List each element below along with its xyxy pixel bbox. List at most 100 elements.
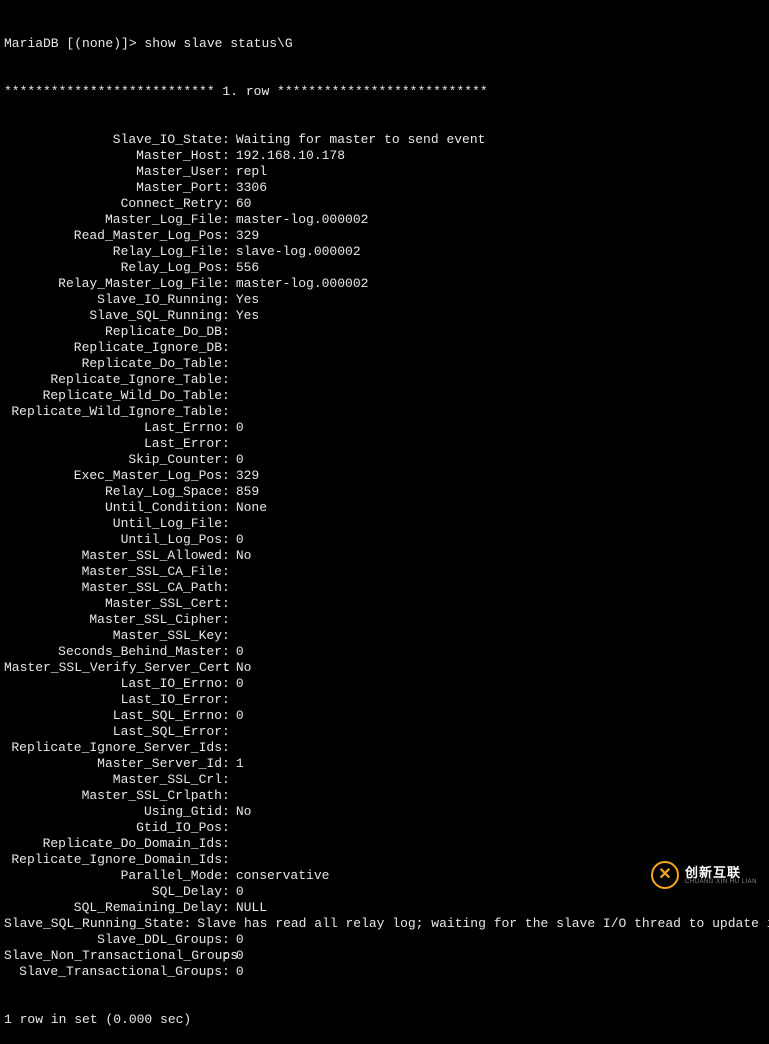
status-value: master-log.000002 xyxy=(230,212,369,228)
status-value: 329 xyxy=(230,468,259,484)
colon-separator: : xyxy=(222,628,230,644)
colon-separator: : xyxy=(222,324,230,340)
colon-separator: : xyxy=(222,212,230,228)
status-row: Skip_Counter:0 xyxy=(4,452,765,468)
status-label: Using_Gtid xyxy=(4,804,222,820)
status-label: Master_SSL_Verify_Server_Cert xyxy=(4,660,222,676)
colon-separator: : xyxy=(222,804,230,820)
status-label: Replicate_Ignore_Server_Ids xyxy=(4,740,222,756)
colon-separator: : xyxy=(222,644,230,660)
status-label: Until_Log_Pos xyxy=(4,532,222,548)
colon-separator: : xyxy=(222,756,230,772)
colon-separator: : xyxy=(222,852,230,868)
colon-separator: : xyxy=(222,692,230,708)
status-value: No xyxy=(230,660,252,676)
status-value xyxy=(230,612,236,628)
colon-separator: : xyxy=(222,532,230,548)
colon-separator: : xyxy=(222,564,230,580)
status-row: Slave_DDL_Groups:0 xyxy=(4,932,765,948)
status-label: Master_SSL_Key xyxy=(4,628,222,644)
colon-separator: : xyxy=(222,772,230,788)
status-row: SQL_Remaining_Delay:NULL xyxy=(4,900,765,916)
status-label: Relay_Log_Pos xyxy=(4,260,222,276)
colon-separator: : xyxy=(222,276,230,292)
colon-separator: : xyxy=(222,404,230,420)
status-row: Last_Errno:0 xyxy=(4,420,765,436)
colon-separator: : xyxy=(222,340,230,356)
status-value: Slave has read all relay log; waiting fo… xyxy=(191,916,769,932)
status-label: Exec_Master_Log_Pos xyxy=(4,468,222,484)
status-row: Master_SSL_CA_Path: xyxy=(4,580,765,596)
colon-separator: : xyxy=(222,868,230,884)
status-value xyxy=(230,596,236,612)
colon-separator: : xyxy=(222,900,230,916)
status-label: Replicate_Wild_Do_Table xyxy=(4,388,222,404)
status-value: NULL xyxy=(230,900,267,916)
status-value xyxy=(230,372,236,388)
status-value: 0 xyxy=(230,644,244,660)
status-value: Yes xyxy=(230,292,259,308)
status-row: Until_Condition:None xyxy=(4,500,765,516)
status-row: Replicate_Wild_Do_Table: xyxy=(4,388,765,404)
status-row: Last_SQL_Error: xyxy=(4,724,765,740)
status-row: Slave_SQL_Running_State:Slave has read a… xyxy=(4,916,765,932)
status-row: Master_SSL_Crl: xyxy=(4,772,765,788)
status-row: Relay_Log_Pos:556 xyxy=(4,260,765,276)
colon-separator: : xyxy=(222,548,230,564)
status-label: Gtid_IO_Pos xyxy=(4,820,222,836)
watermark-icon: ✕ xyxy=(651,861,679,889)
status-value xyxy=(230,740,236,756)
colon-separator: : xyxy=(222,420,230,436)
status-row: Replicate_Ignore_Server_Ids: xyxy=(4,740,765,756)
colon-separator: : xyxy=(222,580,230,596)
colon-separator: : xyxy=(222,884,230,900)
status-label: Slave_IO_State xyxy=(4,132,222,148)
status-value: 0 xyxy=(230,676,244,692)
status-value xyxy=(230,820,236,836)
status-label: Master_SSL_Crlpath xyxy=(4,788,222,804)
status-row: Master_SSL_CA_File: xyxy=(4,564,765,580)
status-row: Master_SSL_Cipher: xyxy=(4,612,765,628)
status-value: 0 xyxy=(230,532,244,548)
status-value: None xyxy=(230,500,267,516)
status-value xyxy=(230,852,236,868)
status-label: Replicate_Ignore_DB xyxy=(4,340,222,356)
status-row: Slave_SQL_Running:Yes xyxy=(4,308,765,324)
colon-separator: : xyxy=(222,948,230,964)
status-value: 0 xyxy=(230,964,244,980)
status-value xyxy=(230,404,236,420)
colon-separator: : xyxy=(222,484,230,500)
status-value xyxy=(230,356,236,372)
status-row: Replicate_Ignore_Table: xyxy=(4,372,765,388)
colon-separator: : xyxy=(183,916,191,932)
status-row: Slave_IO_Running:Yes xyxy=(4,292,765,308)
result-footer: 1 row in set (0.000 sec) xyxy=(4,1012,765,1028)
status-row: Relay_Log_Space:859 xyxy=(4,484,765,500)
status-row: Last_Error: xyxy=(4,436,765,452)
status-label: Master_Host xyxy=(4,148,222,164)
status-label: Master_Log_File xyxy=(4,212,222,228)
status-value xyxy=(230,772,236,788)
colon-separator: : xyxy=(222,468,230,484)
status-label: Replicate_Do_DB xyxy=(4,324,222,340)
status-value: 0 xyxy=(230,932,244,948)
status-value xyxy=(230,692,236,708)
status-label: Relay_Master_Log_File xyxy=(4,276,222,292)
watermark: ✕ 创新互联 CHUANG XIN HU LIAN xyxy=(651,861,757,889)
status-row: Relay_Master_Log_File:master-log.000002 xyxy=(4,276,765,292)
status-row: Master_SSL_Crlpath: xyxy=(4,788,765,804)
status-row: Replicate_Do_DB: xyxy=(4,324,765,340)
status-label: Connect_Retry xyxy=(4,196,222,212)
status-value: Waiting for master to send event xyxy=(230,132,486,148)
status-row: Master_SSL_Verify_Server_Cert:No xyxy=(4,660,765,676)
status-value xyxy=(230,388,236,404)
status-value: 0 xyxy=(230,884,244,900)
status-row: Replicate_Wild_Ignore_Table: xyxy=(4,404,765,420)
status-label: Slave_IO_Running xyxy=(4,292,222,308)
status-label: Master_SSL_CA_Path xyxy=(4,580,222,596)
status-label: Read_Master_Log_Pos xyxy=(4,228,222,244)
colon-separator: : xyxy=(222,820,230,836)
colon-separator: : xyxy=(222,836,230,852)
status-row: Slave_IO_State:Waiting for master to sen… xyxy=(4,132,765,148)
status-label: Replicate_Ignore_Domain_Ids xyxy=(4,852,222,868)
